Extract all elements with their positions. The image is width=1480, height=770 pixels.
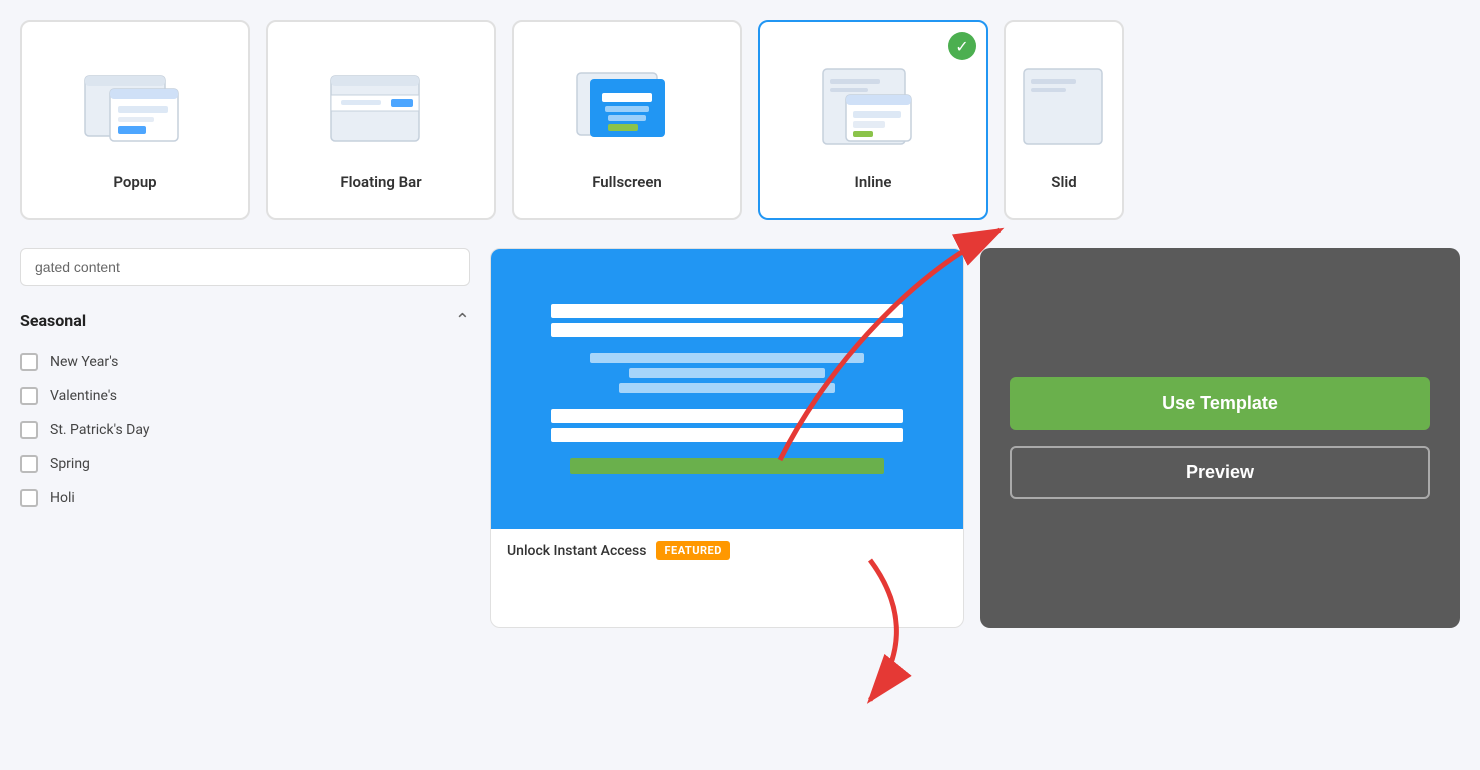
sidebar: gated content Seasonal ⌃ New Year's Vale… bbox=[20, 248, 470, 750]
selected-check-icon: ✓ bbox=[948, 32, 976, 60]
fullscreen-icon bbox=[567, 53, 687, 163]
type-card-slide[interactable]: Slid bbox=[1004, 20, 1124, 220]
seasonal-section-header[interactable]: Seasonal ⌃ bbox=[20, 306, 470, 335]
inline-icon bbox=[813, 53, 933, 163]
featured-badge: FEATURED bbox=[656, 541, 729, 560]
filter-label-spring: Spring bbox=[50, 456, 90, 472]
bottom-section: gated content Seasonal ⌃ New Year's Vale… bbox=[20, 248, 1460, 750]
preview-button[interactable]: Preview bbox=[1010, 446, 1430, 499]
filter-item-spring[interactable]: Spring bbox=[20, 447, 470, 481]
chevron-up-icon: ⌃ bbox=[455, 310, 470, 331]
filter-label-valentines: Valentine's bbox=[50, 388, 117, 404]
type-selector: Popup Floating Bar bbox=[20, 20, 1460, 220]
floatingbar-icon bbox=[321, 53, 441, 163]
template-preview-1 bbox=[491, 249, 963, 529]
filter-item-valentines[interactable]: Valentine's bbox=[20, 379, 470, 413]
filter-label-st-patricks: St. Patrick's Day bbox=[50, 422, 150, 438]
template-card-1[interactable]: Unlock Instant Access FEATURED bbox=[490, 248, 964, 628]
type-label-inline: Inline bbox=[855, 173, 892, 191]
filter-item-st-patricks[interactable]: St. Patrick's Day bbox=[20, 413, 470, 447]
type-card-popup[interactable]: Popup bbox=[20, 20, 250, 220]
filter-item-holi[interactable]: Holi bbox=[20, 481, 470, 515]
filter-label-holi: Holi bbox=[50, 490, 75, 506]
checkbox-new-years[interactable] bbox=[20, 353, 38, 371]
template-name-1: Unlock Instant Access bbox=[507, 543, 646, 559]
search-input[interactable]: gated content bbox=[20, 248, 470, 286]
type-label-popup: Popup bbox=[113, 173, 156, 191]
type-label-fullscreen: Fullscreen bbox=[592, 173, 662, 191]
filter-item-new-years[interactable]: New Year's bbox=[20, 345, 470, 379]
filter-label-new-years: New Year's bbox=[50, 354, 118, 370]
use-template-button[interactable]: Use Template bbox=[1010, 377, 1430, 430]
type-label-floating-bar: Floating Bar bbox=[340, 173, 421, 191]
slide-icon bbox=[1004, 53, 1124, 163]
type-card-inline[interactable]: ✓ Inline bbox=[758, 20, 988, 220]
checkbox-holi[interactable] bbox=[20, 489, 38, 507]
type-card-floating-bar[interactable]: Floating Bar bbox=[266, 20, 496, 220]
popup-icon bbox=[75, 53, 195, 163]
seasonal-filter-section: Seasonal ⌃ New Year's Valentine's St. Pa… bbox=[20, 306, 470, 515]
template-footer-1: Unlock Instant Access FEATURED bbox=[491, 529, 963, 572]
blue-preview-graphic bbox=[491, 249, 963, 529]
checkbox-valentines[interactable] bbox=[20, 387, 38, 405]
template-content-area: Unlock Instant Access FEATURED Use Templ… bbox=[490, 248, 1460, 750]
type-card-fullscreen[interactable]: Fullscreen bbox=[512, 20, 742, 220]
checkbox-st-patricks[interactable] bbox=[20, 421, 38, 439]
type-label-slide: Slid bbox=[1051, 173, 1076, 191]
seasonal-title: Seasonal bbox=[20, 311, 86, 330]
template-card-hover-2: Use Template Preview bbox=[980, 248, 1460, 628]
checkbox-spring[interactable] bbox=[20, 455, 38, 473]
